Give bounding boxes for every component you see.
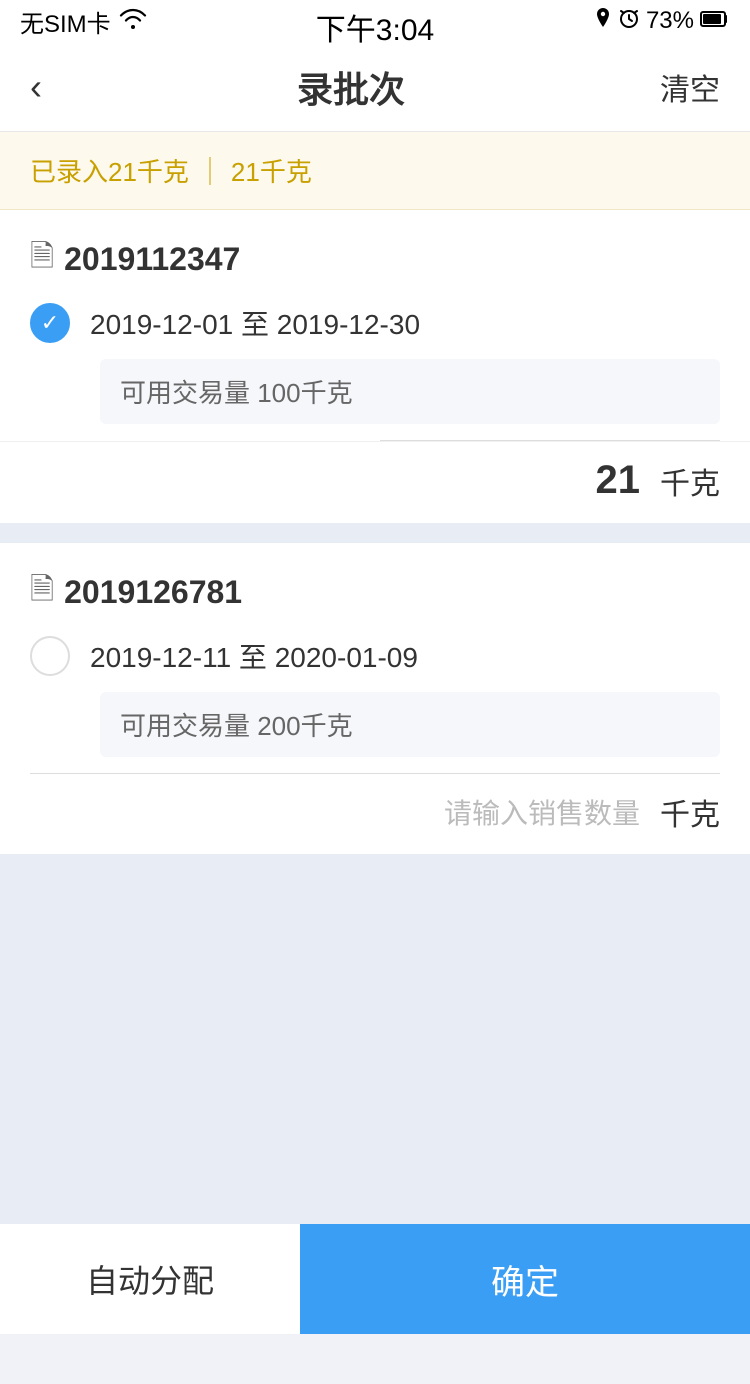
qty-value-1[interactable]: 21 — [596, 458, 641, 503]
location-icon — [594, 7, 612, 36]
confirm-button[interactable]: 确定 — [300, 1224, 750, 1334]
auto-distribute-button[interactable]: 自动分配 — [0, 1224, 300, 1334]
battery-percent: 73% — [646, 7, 694, 35]
card-separator — [0, 523, 750, 543]
qty-placeholder-text-2[interactable]: 请输入销售数量 — [444, 792, 640, 832]
status-bar: 无SIM卡 下午3:04 73% — [0, 0, 750, 42]
bottom-bar: 自动分配 确定 — [0, 1224, 750, 1334]
wifi-icon — [119, 7, 147, 36]
batch-date-row-1[interactable]: ✓ 2019-12-01 至 2019-12-30 — [0, 295, 750, 351]
qty-placeholder-row-2: 请输入销售数量 千克 — [0, 774, 750, 854]
alarm-icon — [618, 7, 640, 36]
batch-id-1: 2019112347 — [64, 241, 240, 278]
batch-available-qty-1: 可用交易量 100千克 — [100, 359, 720, 424]
info-bar: 已录入21千克 21千克 — [0, 132, 750, 210]
back-button[interactable]: ‹ — [30, 66, 42, 108]
status-right: 73% — [594, 7, 730, 36]
status-time: 下午3:04 — [316, 5, 434, 49]
batch-date-2: 2019-12-11 至 2020-01-09 — [90, 636, 418, 676]
sim-text: 无SIM卡 — [20, 4, 111, 39]
doc-icon-1: 🗎 — [30, 234, 54, 285]
radio-1[interactable]: ✓ — [30, 303, 70, 343]
batch-card-1: 🗎 2019112347 ✓ 2019-12-01 至 2019-12-30 可… — [0, 210, 750, 523]
check-icon-1: ✓ — [41, 310, 59, 336]
info-divider — [209, 157, 211, 185]
batch-card-2: 🗎 2019126781 2019-12-11 至 2020-01-09 可用交… — [0, 543, 750, 854]
status-left: 无SIM卡 — [20, 4, 147, 39]
batch-date-row-2[interactable]: 2019-12-11 至 2020-01-09 — [0, 628, 750, 684]
empty-area — [0, 854, 750, 1274]
qty-input-row-1: 21 千克 — [0, 441, 750, 523]
qty-unit-1: 千克 — [660, 459, 720, 503]
batch-available-qty-2: 可用交易量 200千克 — [100, 692, 720, 757]
info-value: 21千克 — [231, 152, 312, 189]
info-recorded-label: 已录入21千克 — [30, 152, 189, 189]
page-title: 录批次 — [297, 61, 405, 113]
clear-button[interactable]: 清空 — [660, 65, 720, 109]
radio-2[interactable] — [30, 636, 70, 676]
nav-bar: ‹ 录批次 清空 — [0, 42, 750, 132]
doc-icon-2: 🗎 — [30, 567, 54, 618]
batch-id-2: 2019126781 — [64, 574, 242, 611]
qty-unit-2: 千克 — [660, 790, 720, 834]
batch-date-1: 2019-12-01 至 2019-12-30 — [90, 303, 420, 343]
batch-header-1: 🗎 2019112347 — [0, 210, 750, 295]
batch-header-2: 🗎 2019126781 — [0, 543, 750, 628]
battery-icon — [700, 7, 730, 35]
